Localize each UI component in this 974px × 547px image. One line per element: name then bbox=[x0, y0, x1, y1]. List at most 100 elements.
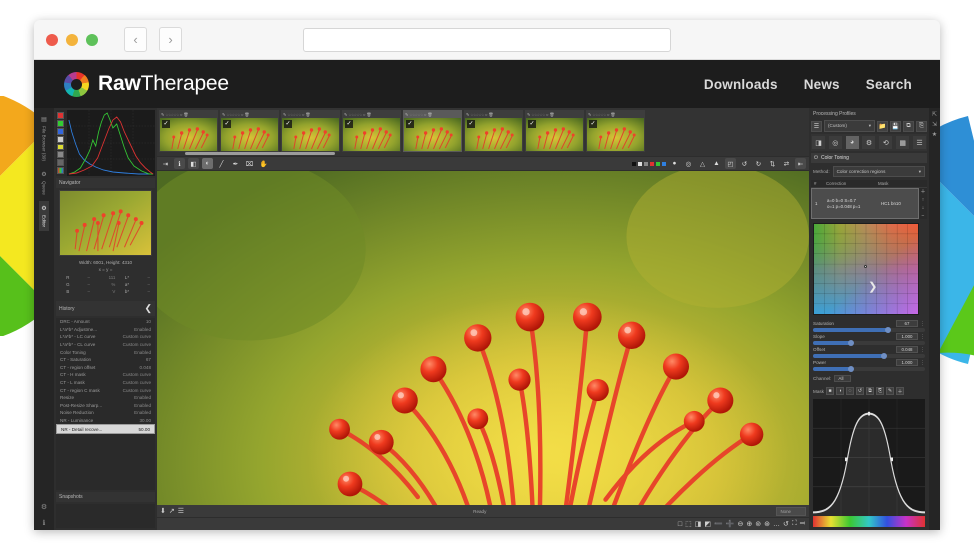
check-icon[interactable]: ✓ bbox=[162, 120, 170, 128]
history-item[interactable]: L*a*b* - LC curve Custom curve bbox=[56, 333, 155, 341]
slider-offset[interactable]: Offset 0.048 ⋮ bbox=[811, 345, 927, 359]
power-icon[interactable]: ⏻ bbox=[814, 155, 818, 161]
slider-value[interactable]: 67 bbox=[896, 320, 918, 327]
image-canvas[interactable] bbox=[157, 171, 809, 505]
slider-reset-icon[interactable]: ⋮ bbox=[920, 334, 925, 340]
address-bar[interactable] bbox=[303, 27, 671, 52]
mask-blur-button[interactable]: ◌ bbox=[845, 387, 854, 395]
slider-slope[interactable]: Slope 1.000 ⋮ bbox=[811, 332, 927, 346]
tab-detail[interactable]: ◎ bbox=[828, 136, 842, 149]
tab-advanced[interactable]: ⚙ bbox=[862, 136, 876, 149]
mask-show-button[interactable]: ■ bbox=[825, 387, 834, 395]
trash-icon[interactable]: 🗑 bbox=[366, 112, 371, 117]
panel-toggle-icon[interactable]: ⫤ bbox=[800, 520, 805, 528]
history-item[interactable]: CT - region offset 0.048 bbox=[56, 364, 155, 372]
profile-select[interactable]: (Custom) ▾ bbox=[824, 120, 875, 132]
back-button[interactable]: ‹ bbox=[124, 27, 147, 52]
star-rating[interactable]: ☆☆☆☆☆ bbox=[409, 113, 423, 117]
reject-icon[interactable]: ○ bbox=[546, 112, 548, 117]
slider-knob[interactable] bbox=[848, 365, 855, 372]
history-item[interactable]: CT - H mask Custom curve bbox=[56, 371, 155, 379]
slider-value[interactable]: 1.000 bbox=[896, 333, 918, 340]
hide-left-panel-button[interactable]: ⇥ bbox=[160, 158, 171, 169]
trash-icon[interactable]: 🗑 bbox=[305, 112, 310, 117]
move-down-button[interactable]: ↓ bbox=[922, 205, 925, 211]
before-icon[interactable]: ◨ bbox=[695, 520, 702, 528]
history-item[interactable]: CT - Saturation 67 bbox=[56, 356, 155, 364]
check-icon[interactable]: ✓ bbox=[528, 120, 536, 128]
star-rating[interactable]: ☆☆☆☆☆ bbox=[592, 113, 606, 117]
preview-mode-button[interactable]: ◰ bbox=[725, 158, 736, 169]
lock-icon[interactable]: ⬚ bbox=[685, 520, 692, 528]
rotate-right-button[interactable]: ↻ bbox=[753, 158, 764, 169]
trash-icon[interactable]: 🗑 bbox=[549, 112, 554, 117]
history-item[interactable]: DRC - Amount 10 bbox=[56, 318, 155, 326]
slider-knob[interactable] bbox=[880, 352, 887, 359]
maximize-window-button[interactable] bbox=[86, 33, 98, 46]
shadow-clipping-button[interactable]: △ bbox=[697, 158, 708, 169]
minimize-window-button[interactable] bbox=[66, 33, 78, 46]
filmstrip[interactable]: ✎ ☆☆☆☆☆ ○ 🗑 ✓ ✎ ☆☆☆☆☆ ○ 🗑 ✓ ✎ ☆☆☆☆☆ ○ 🗑 ✓ ✎ ☆☆☆☆ bbox=[157, 108, 809, 156]
tab-metadata[interactable]: ☰ bbox=[912, 136, 926, 149]
reject-icon[interactable]: ○ bbox=[241, 112, 243, 117]
star-rating[interactable]: ☆☆☆☆☆ bbox=[287, 113, 301, 117]
history-item[interactable]: Post-Resize Sharp... Enabled bbox=[56, 402, 155, 410]
reject-icon[interactable]: ○ bbox=[363, 112, 365, 117]
slider-value[interactable]: 0.048 bbox=[896, 346, 918, 353]
slider-reset-icon[interactable]: ⋮ bbox=[920, 347, 925, 353]
copy-profile-button[interactable]: ⧉ bbox=[903, 120, 914, 132]
tab-transform[interactable]: ⟲ bbox=[879, 136, 893, 149]
reject-icon[interactable]: ○ bbox=[424, 112, 426, 117]
slider-reset-icon[interactable]: ⋮ bbox=[920, 321, 925, 327]
hide-right-panel-button[interactable]: ⇤ bbox=[795, 158, 806, 169]
channel-select[interactable]: All bbox=[834, 375, 851, 382]
histogram-chroma-toggle[interactable] bbox=[57, 143, 64, 151]
star-rating[interactable]: ☆☆☆☆☆ bbox=[348, 113, 362, 117]
check-icon[interactable]: ✓ bbox=[589, 120, 597, 128]
remove-correction-button[interactable]: − bbox=[922, 213, 925, 219]
color-grid[interactable]: ❯ bbox=[814, 224, 918, 314]
zoom-100-icon[interactable]: ⊛ bbox=[764, 520, 770, 528]
check-icon[interactable]: ✓ bbox=[345, 120, 353, 128]
crop-tool-button[interactable]: ⌧ bbox=[244, 158, 255, 169]
mask-invert-button[interactable]: ◑ bbox=[835, 387, 844, 395]
history-item[interactable]: CT - L mask Custom curve bbox=[56, 379, 155, 387]
collapse-left-panel-icon[interactable]: ❮ bbox=[144, 303, 152, 314]
color-toning-header[interactable]: ⏻ Color Toning bbox=[811, 153, 927, 163]
straighten-tool-button[interactable]: ╱ bbox=[216, 158, 227, 169]
favorites-icon[interactable]: ★ bbox=[932, 131, 937, 138]
history-item[interactable]: L*a*b* Adjustme... Enabled bbox=[56, 326, 155, 334]
hand-tool-button[interactable]: ✋ bbox=[258, 158, 269, 169]
nav-link-downloads[interactable]: Downloads bbox=[704, 77, 778, 92]
zoom-out-icon[interactable]: ⊖ bbox=[737, 520, 743, 528]
crop-frame-icon[interactable]: □ bbox=[678, 521, 682, 528]
check-icon[interactable]: ✓ bbox=[406, 120, 414, 128]
slider-reset-icon[interactable]: ⋮ bbox=[920, 360, 925, 366]
trash-icon[interactable]: 🗑 bbox=[427, 112, 432, 117]
filmstrip-thumbnail[interactable]: ✎ ☆☆☆☆☆ ○ 🗑 ✓ bbox=[464, 110, 523, 152]
reject-icon[interactable]: ○ bbox=[180, 112, 182, 117]
mask-edit-button[interactable]: ✎ bbox=[885, 387, 894, 395]
slider-power[interactable]: Power 1.000 ⋮ bbox=[811, 358, 927, 372]
put-to-queue-icon[interactable]: ☰ bbox=[178, 507, 184, 515]
histogram-blue-toggle[interactable] bbox=[57, 127, 64, 135]
preview-focus-button[interactable]: ◎ bbox=[683, 158, 694, 169]
history-item[interactable]: Noise Reduction Enabled bbox=[56, 409, 155, 417]
table-row[interactable]: 1 a=0 b=0 S=0.7 o=1 p=0.048 p=1 HC1 bn10 bbox=[811, 188, 919, 219]
nav-link-news[interactable]: News bbox=[804, 77, 840, 92]
filmstrip-thumbnail[interactable]: ✎ ☆☆☆☆☆ ○ 🗑 ✓ bbox=[281, 110, 340, 152]
check-icon[interactable]: ✓ bbox=[284, 120, 292, 128]
history-item[interactable]: NR - Luminance 30.00 bbox=[56, 417, 155, 425]
move-up-button[interactable]: ↑ bbox=[922, 197, 925, 203]
star-rating[interactable]: ☆☆☆☆☆ bbox=[470, 113, 484, 117]
filmstrip-thumbnail[interactable]: ✎ ☆☆☆☆☆ ○ 🗑 ✓ bbox=[342, 110, 401, 152]
histogram-red-toggle[interactable] bbox=[57, 112, 64, 119]
sidebar-item-editor[interactable]: ⚙ Editor bbox=[39, 200, 49, 231]
history-item[interactable]: Resize Enabled bbox=[56, 394, 155, 402]
reject-icon[interactable]: ○ bbox=[607, 112, 609, 117]
histogram-raw-toggle[interactable] bbox=[57, 151, 64, 159]
tab-raw[interactable]: ▦ bbox=[896, 136, 910, 149]
plus-icon[interactable]: ➕ bbox=[726, 520, 735, 528]
slider-track[interactable] bbox=[813, 339, 925, 346]
slider-track[interactable] bbox=[813, 352, 925, 359]
